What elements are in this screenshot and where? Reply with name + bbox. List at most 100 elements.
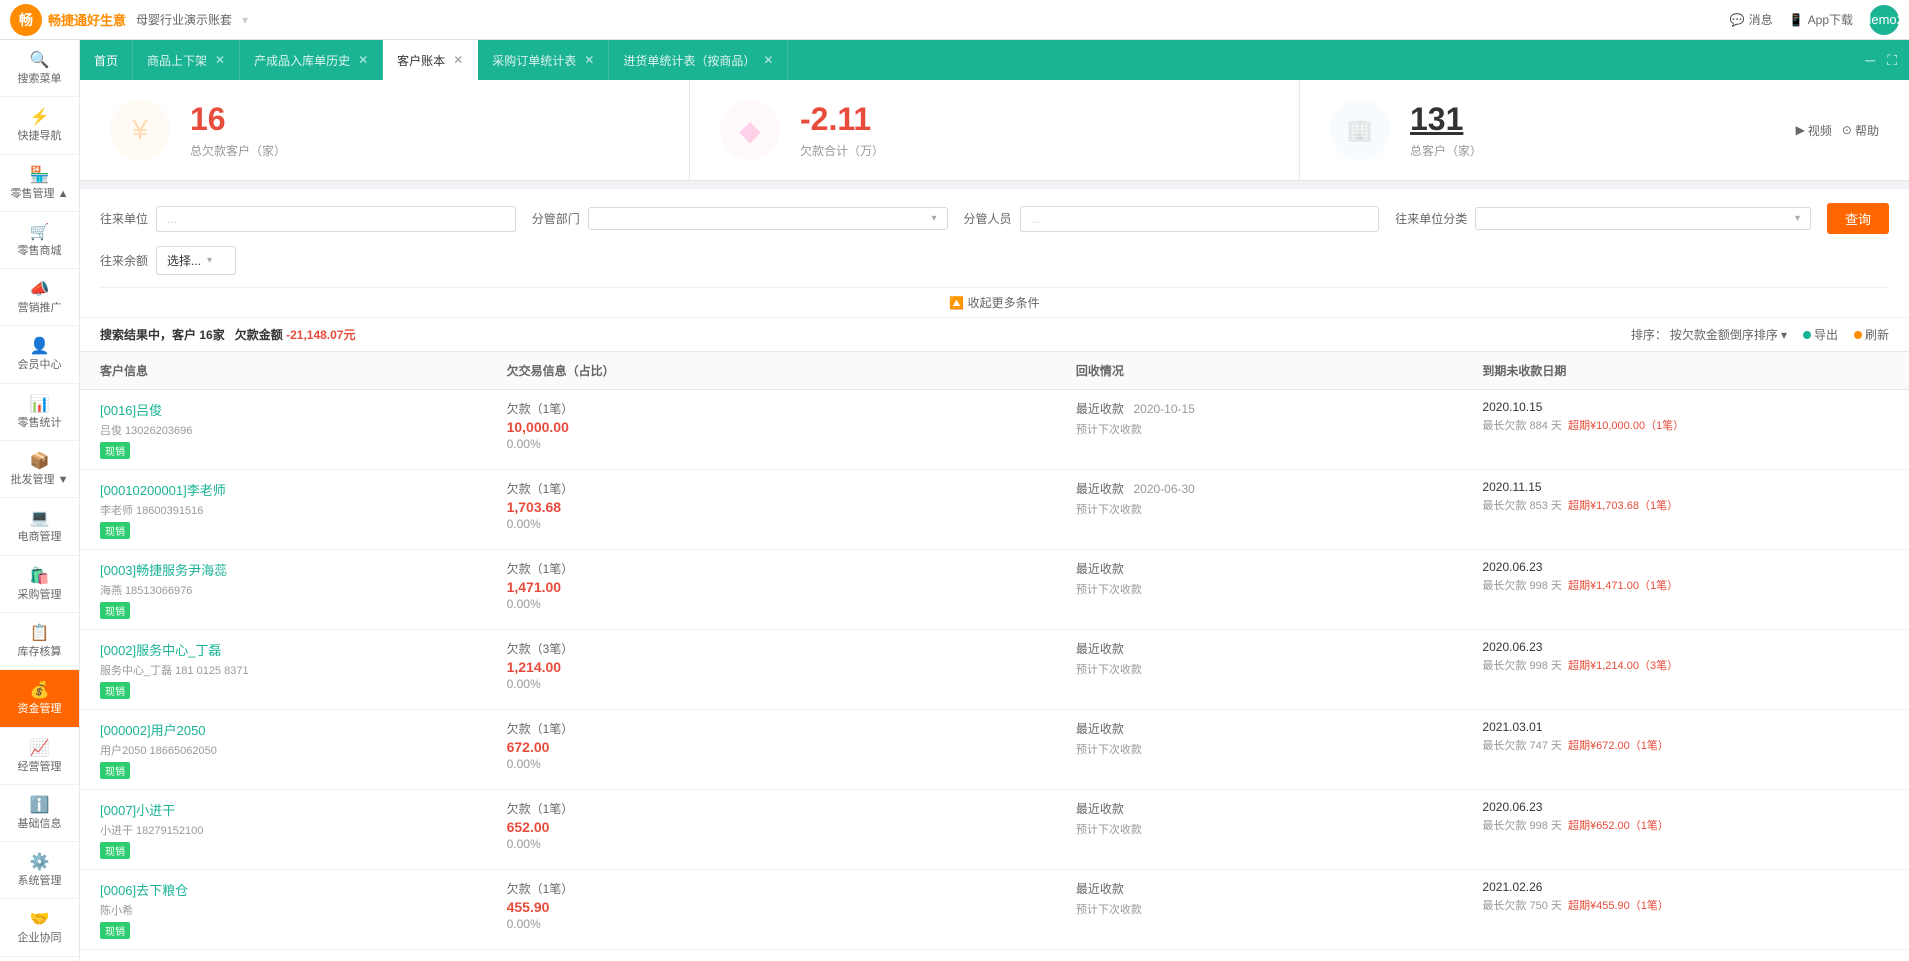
help-icon: ⊙ xyxy=(1842,123,1852,137)
debt-amount-4: 672.00 xyxy=(507,739,1076,755)
tab-customer-ledger-close[interactable]: ✕ xyxy=(453,53,463,67)
recovery-info-4: 最近收款 预计下次收款 xyxy=(1076,720,1483,757)
collapse-bar[interactable]: 🔼 收起更多条件 xyxy=(100,287,1889,317)
recovery-next-2: 预计下次收款 xyxy=(1076,581,1483,597)
recovery-latest-1: 最近收款 2020-06-30 xyxy=(1076,480,1483,497)
sidebar-item-basic-info[interactable]: ℹ️ 基础信息 xyxy=(0,785,79,842)
person-input[interactable]: ... xyxy=(1020,206,1380,232)
due-date-4: 2021.03.01 xyxy=(1482,720,1889,734)
customer-info-3: [0002]服务中心_丁磊 服务中心_丁磊 181 0125 8371 现销 xyxy=(100,640,507,699)
sidebar-item-retail-stat[interactable]: 📊 零售统计 xyxy=(0,384,79,441)
tab-goods-incoming-label: 进货单统计表（按商品） xyxy=(623,52,755,69)
sidebar-item-search[interactable]: 🔍 搜索菜单 xyxy=(0,40,79,97)
debt-count-0: 欠款（1笔） xyxy=(507,400,1076,417)
customer-name-4[interactable]: [000002]用户2050 xyxy=(100,720,507,739)
search-button[interactable]: 查询 xyxy=(1827,203,1889,234)
tab-goods-incoming[interactable]: 进货单统计表（按商品） ✕ xyxy=(609,40,788,80)
tab-home[interactable]: 首页 xyxy=(80,40,133,80)
sidebar-item-operations[interactable]: 📈 经营管理 xyxy=(0,728,79,785)
sidebar-item-newbie[interactable]: 🎯 新手引导 xyxy=(0,957,79,961)
sidebar-item-purchase[interactable]: 🛍️ 采购管理 xyxy=(0,556,79,613)
sidebar-item-ecommerce[interactable]: 💻 电商管理 xyxy=(0,498,79,555)
source-unit-label: 往来单位 xyxy=(100,210,148,227)
customer-count: 16家 xyxy=(199,328,224,342)
due-overdue-0: 最长欠款 884 天 超期¥10,000.00（1笔） xyxy=(1482,417,1889,433)
export-button[interactable]: 导出 xyxy=(1803,326,1838,343)
sidebar-label-operations: 经营管理 xyxy=(6,760,73,774)
customer-name-6[interactable]: [0006]去下粮仓 xyxy=(100,880,507,899)
overdue-days-4: 最长欠款 747 天 xyxy=(1482,740,1561,752)
recovery-next-6: 预计下次收款 xyxy=(1076,901,1483,917)
tab-goods-incoming-close[interactable]: ✕ xyxy=(763,53,773,67)
tab-product-listing[interactable]: 商品上下架 ✕ xyxy=(133,40,240,80)
filter-row-1: 往来单位 ... 分管部门 ▾ xyxy=(100,203,1889,234)
tab-finished-goods[interactable]: 产成品入库单历史 ✕ xyxy=(240,40,383,80)
stat-value-debt-customers: 16 xyxy=(190,101,286,138)
brand-arrow[interactable]: ▾ xyxy=(242,13,248,27)
sidebar-item-inventory[interactable]: 📋 库存核算 xyxy=(0,613,79,670)
filter-source-unit: 往来单位 ... xyxy=(100,206,516,232)
sidebar-item-member[interactable]: 👤 会员中心 xyxy=(0,326,79,383)
source-unit-input[interactable]: ... xyxy=(156,206,516,232)
tab-minimize-button[interactable]: ─ xyxy=(1861,50,1879,70)
debt-amount-3: 1,214.00 xyxy=(507,659,1076,675)
sidebar-item-retail-mgmt[interactable]: 🏪 零售管理 ▲ xyxy=(0,155,79,212)
page-content: ¥ 16 总欠款客户（家） ◆ -2.11 欠款合计（万） xyxy=(80,80,1909,961)
overdue-amount-3[interactable]: 超期¥1,214.00（3笔） xyxy=(1568,660,1678,672)
overdue-days-2: 最长欠款 998 天 xyxy=(1482,580,1561,592)
help-action[interactable]: ⊙ 帮助 xyxy=(1842,122,1879,139)
overdue-amount-6[interactable]: 超期¥455.90（1笔） xyxy=(1568,900,1669,912)
tab-customer-ledger[interactable]: 客户账本 ✕ xyxy=(383,40,478,80)
table-header: 客户信息 欠交易信息（占比） 回收情况 到期未收款日期 xyxy=(80,351,1909,390)
recovery-next-4: 预计下次收款 xyxy=(1076,741,1483,757)
customer-contact-0: 吕俊 13026203696 xyxy=(100,422,507,438)
debt-ratio-6: 0.00% xyxy=(507,917,1076,931)
sidebar-item-finance[interactable]: 💰 资金管理 xyxy=(0,670,79,727)
customer-name-0[interactable]: [0016]吕俊 xyxy=(100,400,507,419)
customer-name-1[interactable]: [00010200001]李老师 xyxy=(100,480,507,499)
message-button[interactable]: 💬 消息 xyxy=(1730,11,1773,28)
tab-purchase-order[interactable]: 采购订单统计表 ✕ xyxy=(478,40,609,80)
debt-amount: -21,148.07元 xyxy=(286,328,355,342)
unit-category-input[interactable]: ▾ xyxy=(1475,207,1811,230)
overdue-amount-1[interactable]: 超期¥1,703.68（1笔） xyxy=(1568,500,1678,512)
sidebar-item-enterprise[interactable]: 🤝 企业协同 xyxy=(0,899,79,956)
due-overdue-4: 最长欠款 747 天 超期¥672.00（1笔） xyxy=(1482,737,1889,753)
customer-name-5[interactable]: [0007]小进干 xyxy=(100,800,507,819)
tab-finished-goods-close[interactable]: ✕ xyxy=(358,53,368,67)
tab-home-label: 首页 xyxy=(94,52,118,69)
recovery-info-1: 最近收款 2020-06-30 预计下次收款 xyxy=(1076,480,1483,517)
overdue-amount-4[interactable]: 超期¥672.00（1笔） xyxy=(1568,740,1669,752)
dept-input[interactable]: ▾ xyxy=(588,207,948,230)
sidebar-label-inventory: 库存核算 xyxy=(6,645,73,659)
sidebar-item-system[interactable]: ⚙️ 系统管理 xyxy=(0,842,79,899)
tab-product-listing-close[interactable]: ✕ xyxy=(215,53,225,67)
table-row: [000001]黄思源 黄思源 13552700226 现销 欠款（1笔） 42… xyxy=(80,950,1909,961)
sort-control[interactable]: 排序： 按欠款金额倒序排序 ▾ xyxy=(1631,326,1787,343)
sidebar-item-marketing[interactable]: 📣 营销推广 xyxy=(0,269,79,326)
customer-tag-6: 现销 xyxy=(100,922,130,939)
sidebar-item-batch-mgmt[interactable]: 📦 批发管理 ▼ xyxy=(0,441,79,498)
stat-label-debt-customers: 总欠款客户（家） xyxy=(190,142,286,159)
recovery-label-4: 最近收款 xyxy=(1076,722,1124,736)
debt-info-4: 欠款（1笔） 672.00 0.00% xyxy=(507,720,1076,771)
col-header-debt: 欠交易信息（占比） xyxy=(507,362,1076,379)
customer-name-2[interactable]: [0003]畅捷服务尹海蕊 xyxy=(100,560,507,579)
stat-card-debt-total: ◆ -2.11 欠款合计（万） xyxy=(690,80,1300,180)
overdue-amount-2[interactable]: 超期¥1,471.00（1笔） xyxy=(1568,580,1678,592)
balance-select[interactable]: 选择... ▾ xyxy=(156,246,236,275)
sidebar-item-quick-nav[interactable]: ⚡ 快捷导航 xyxy=(0,97,79,154)
tab-maximize-button[interactable]: ⛶ xyxy=(1883,50,1901,71)
sidebar-item-retail-mall[interactable]: 🛒 零售商城 xyxy=(0,212,79,269)
video-action[interactable]: ▶ 视频 xyxy=(1796,122,1832,139)
person-dots: ... xyxy=(1031,212,1041,226)
overdue-amount-0[interactable]: 超期¥10,000.00（1笔） xyxy=(1568,420,1684,432)
refresh-button[interactable]: 刷新 xyxy=(1854,326,1889,343)
customer-contact-6: 陈小希 xyxy=(100,902,507,918)
tab-purchase-order-close[interactable]: ✕ xyxy=(584,53,594,67)
app-download-button[interactable]: 📱 App下载 xyxy=(1789,11,1853,28)
user-avatar[interactable]: demo2 xyxy=(1869,5,1899,35)
customer-name-3[interactable]: [0002]服务中心_丁磊 xyxy=(100,640,507,659)
member-icon: 👤 xyxy=(6,336,73,356)
overdue-amount-5[interactable]: 超期¥652.00（1笔） xyxy=(1568,820,1669,832)
